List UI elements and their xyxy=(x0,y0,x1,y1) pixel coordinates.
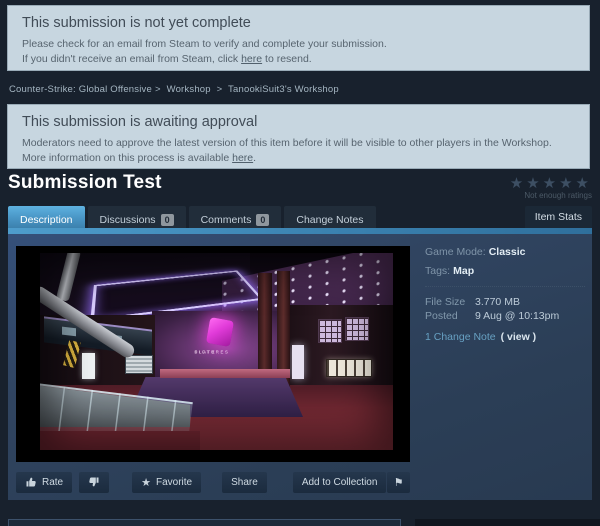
tab-change-notes-label: Change Notes xyxy=(296,213,364,226)
posted-label: Posted xyxy=(425,310,458,322)
share-label: Share xyxy=(231,476,258,488)
tab-comments-label: Comments xyxy=(200,213,252,226)
game-mode-label: Game Mode: xyxy=(425,246,486,258)
item-stats-button[interactable]: Item Stats xyxy=(524,206,592,228)
sidebar-section-top xyxy=(415,519,600,526)
favorite-button[interactable]: ★ Favorite xyxy=(132,471,202,493)
comments-count-badge: 0 xyxy=(256,213,270,226)
breadcrumb: Counter-Strike: Global Offensive > Worksh… xyxy=(9,84,339,95)
star-icon: ★ xyxy=(141,475,151,489)
breadcrumb-game-link[interactable]: Counter-Strike: Global Offensive xyxy=(9,84,152,95)
resend-email-link[interactable]: here xyxy=(241,53,262,65)
discussions-count-badge: 0 xyxy=(160,213,174,226)
posted-row: Posted 9 Aug @ 10:13pm xyxy=(425,309,585,323)
report-button[interactable]: ⚑ xyxy=(387,471,410,493)
banner-awaiting-approval-line2: More information on this process is avai… xyxy=(22,151,575,166)
tag-map-link[interactable]: Map xyxy=(453,265,474,277)
tab-bar: Description Discussions 0 Comments 0 Chang… xyxy=(8,206,592,228)
map-screenshot: SLATE PICTURES xyxy=(40,253,393,450)
banner-not-complete-line1: Please check for an email from Steam to … xyxy=(22,38,387,50)
sidebar-divider xyxy=(425,286,585,287)
file-size-value: 3.770 MB xyxy=(475,296,520,308)
game-mode-row: Game Mode: Classic xyxy=(425,246,585,259)
tab-discussions[interactable]: Discussions 0 xyxy=(87,206,186,228)
change-note-row: 1 Change Note ( view ) xyxy=(425,330,585,344)
tab-description[interactable]: Description xyxy=(8,206,85,228)
thumbs-up-icon xyxy=(25,476,37,488)
preview-frame: SLATE PICTURES xyxy=(16,246,410,462)
banner-awaiting-approval-line1: Moderators need to approve the latest ve… xyxy=(22,137,552,149)
rating-block: ★★★★★ Not enough ratings xyxy=(510,174,592,200)
add-to-collection-label: Add to Collection xyxy=(301,476,378,488)
tab-change-notes[interactable]: Change Notes xyxy=(284,206,376,228)
tab-discussions-label: Discussions xyxy=(99,213,156,226)
add-to-collection-button[interactable]: Add to Collection xyxy=(292,471,387,493)
share-button[interactable]: Share xyxy=(222,471,267,493)
breadcrumb-separator: > xyxy=(216,84,223,95)
breadcrumb-separator: > xyxy=(154,84,161,95)
file-size-row: File Size 3.770 MB xyxy=(425,295,585,309)
posted-value: 9 Aug @ 10:13pm xyxy=(475,310,560,322)
flag-icon: ⚑ xyxy=(393,475,404,489)
tab-description-label: Description xyxy=(20,213,73,226)
change-note-view-link[interactable]: ( view ) xyxy=(501,331,537,343)
file-size-label: File Size xyxy=(425,296,466,308)
breadcrumb-owner-link[interactable]: TanookiSuit3's Workshop xyxy=(228,84,339,95)
rating-stars-icon[interactable]: ★★★★★ xyxy=(510,174,592,192)
banner-not-complete-line2-pre: If you didn't receive an email from Stea… xyxy=(22,53,242,65)
page-title: Submission Test xyxy=(8,172,162,193)
thumbs-down-button[interactable] xyxy=(79,471,110,493)
favorite-label: Favorite xyxy=(156,476,193,488)
tags-row: Tags: Map xyxy=(425,265,585,278)
approval-info-link[interactable]: here xyxy=(232,152,253,164)
banner-not-complete-title: This submission is not yet complete xyxy=(22,15,251,31)
banner-not-complete-line2-post: to resend. xyxy=(262,53,312,65)
banner-awaiting-approval: This submission is awaiting approval Mod… xyxy=(7,104,590,169)
scene-vignette xyxy=(40,253,393,450)
rating-note: Not enough ratings xyxy=(524,191,592,200)
details-sidebar: Game Mode: Classic Tags: Map File Size 3.7… xyxy=(425,246,585,344)
banner-awaiting-approval-line2-post: . xyxy=(253,152,257,164)
banner-not-complete: This submission is not yet complete Plea… xyxy=(7,5,590,71)
change-note-link[interactable]: 1 Change Note xyxy=(425,331,496,343)
game-mode-value: Classic xyxy=(488,246,526,258)
banner-awaiting-approval-title: This submission is awaiting approval xyxy=(22,114,258,130)
banner-awaiting-approval-line2-pre: More information on this process is avai… xyxy=(22,152,233,164)
tags-label: Tags: xyxy=(425,265,451,277)
tab-comments[interactable]: Comments 0 xyxy=(188,206,282,228)
breadcrumb-workshop-link[interactable]: Workshop xyxy=(167,84,211,95)
rate-label: Rate xyxy=(42,476,64,488)
thumbs-down-icon xyxy=(88,476,100,488)
action-bar: Rate ★ Favorite Share Add to Collection … xyxy=(16,471,410,493)
rate-button[interactable]: Rate xyxy=(16,471,73,493)
description-section-top xyxy=(8,519,401,526)
banner-not-complete-line2: If you didn't receive an email from Stea… xyxy=(22,52,575,67)
content-panel: SLATE PICTURES Rate ★ Favorite Share Add… xyxy=(8,234,592,500)
